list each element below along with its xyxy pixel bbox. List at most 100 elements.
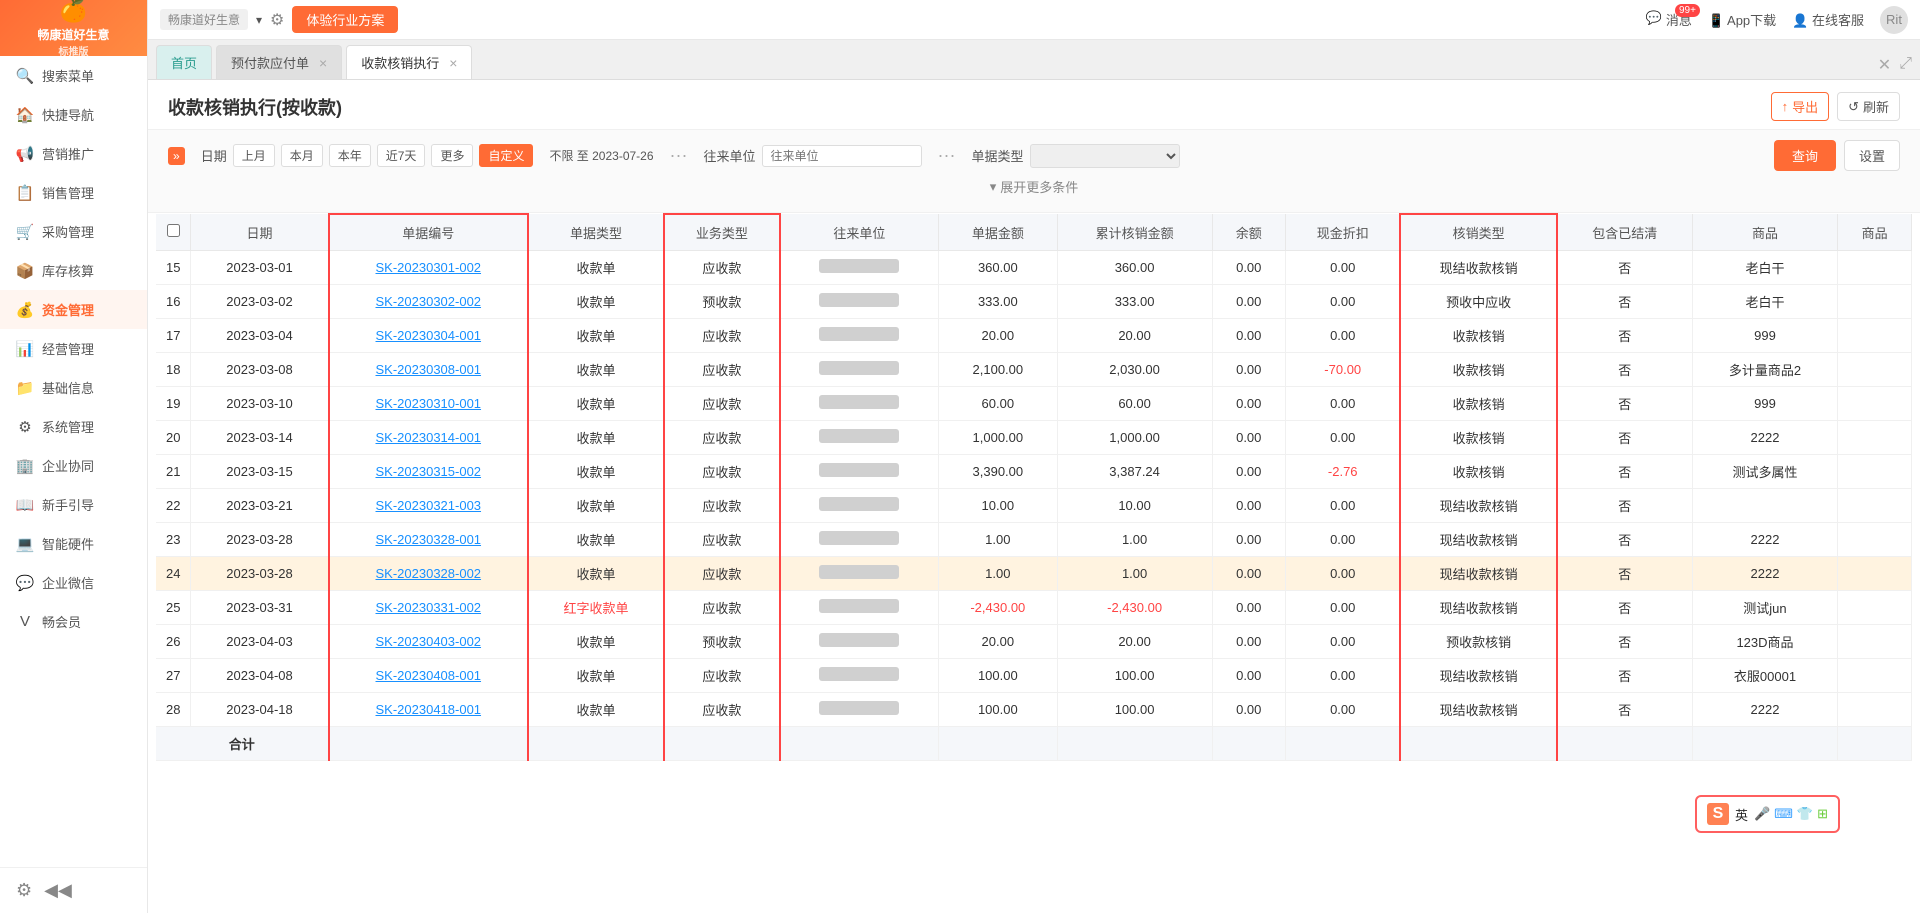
th-date[interactable]: 日期 [191, 214, 329, 251]
sidebar-item-operations[interactable]: 📊经营管理 [0, 329, 147, 368]
refresh-button[interactable]: ↺ 刷新 [1837, 92, 1900, 121]
date-btn-this-year[interactable]: 本年 [329, 144, 371, 167]
sidebar-item-search[interactable]: 🔍搜索菜单 [0, 56, 147, 95]
cell-bill-no[interactable]: SK-20230308-001 [329, 353, 528, 387]
cell-bill-no[interactable]: SK-20230408-001 [329, 659, 528, 693]
sidebar-item-hardware[interactable]: 💻智能硬件 [0, 524, 147, 563]
filter-toggle[interactable]: » [168, 147, 185, 165]
table-row[interactable]: 17 2023-03-04 SK-20230304-001 收款单 应收款 20… [156, 319, 1912, 353]
sidebar-item-inventory[interactable]: 📦库存核算 [0, 251, 147, 290]
message-wrap[interactable]: 💬 消息 99+ [1646, 10, 1692, 29]
cell-included: 否 [1557, 455, 1692, 489]
export-button[interactable]: ↑ 导出 [1771, 92, 1830, 121]
sidebar-label-member: 畅会员 [42, 612, 81, 631]
tab-payment[interactable]: 收款核销执行 × [346, 45, 472, 79]
table-row[interactable]: 22 2023-03-21 SK-20230321-003 收款单 应收款 10… [156, 489, 1912, 523]
expand-filter-btn[interactable]: ▾ 展开更多条件 [990, 177, 1079, 196]
window-expand-icon[interactable]: ⤢ [1899, 55, 1912, 75]
cell-no: 19 [156, 387, 191, 421]
cell-bill-no[interactable]: SK-20230331-002 [329, 591, 528, 625]
table-row[interactable]: 20 2023-03-14 SK-20230314-001 收款单 应收款 1,… [156, 421, 1912, 455]
setting-button[interactable]: 设置 [1844, 140, 1900, 171]
sidebar-item-purchase[interactable]: 🛒采购管理 [0, 212, 147, 251]
sidebar-item-sales[interactable]: 📋销售管理 [0, 173, 147, 212]
th-partner[interactable]: 往来单位 [780, 214, 939, 251]
settings-icon[interactable]: ⚙ [16, 880, 32, 901]
footer-bill-type [528, 727, 664, 761]
cell-bill-type: 收款单 [528, 557, 664, 591]
cell-bill-no[interactable]: SK-20230328-001 [329, 523, 528, 557]
sidebar-item-enterprise[interactable]: 🏢企业协同 [0, 446, 147, 485]
cell-bill-no[interactable]: SK-20230304-001 [329, 319, 528, 353]
table-row[interactable]: 15 2023-03-01 SK-20230301-002 收款单 应收款 36… [156, 251, 1912, 285]
solution-button[interactable]: 体验行业方案 [292, 6, 398, 33]
logo-text: 畅康道好生意 [37, 26, 109, 43]
filter-receipt-select[interactable] [1030, 144, 1180, 168]
collapse-icon[interactable]: ◀◀ [44, 880, 72, 901]
cell-bill-no[interactable]: SK-20230328-002 [329, 557, 528, 591]
tab-prepay[interactable]: 预付款应付单 × [216, 45, 342, 79]
cell-bill-no[interactable]: SK-20230314-001 [329, 421, 528, 455]
sidebar-item-member[interactable]: V畅会员 [0, 602, 147, 641]
filter-unit-input[interactable] [762, 145, 922, 167]
cell-bill-no[interactable]: SK-20230302-002 [329, 285, 528, 319]
sidebar-item-guide[interactable]: 📖新手引导 [0, 485, 147, 524]
date-btn-prev-month[interactable]: 上月 [233, 144, 275, 167]
th-included[interactable]: 包含已结清 [1557, 214, 1692, 251]
th-bill-no[interactable]: 单据编号 [329, 214, 528, 251]
topnav-dropdown[interactable]: ▾ [256, 13, 262, 27]
tab-payment-close[interactable]: × [449, 55, 457, 71]
sidebar-label-sales: 销售管理 [42, 183, 94, 202]
table-row[interactable]: 26 2023-04-03 SK-20230403-002 收款单 预收款 20… [156, 625, 1912, 659]
sidebar-item-basics[interactable]: 📁基础信息 [0, 368, 147, 407]
tab-home[interactable]: 首页 [156, 45, 212, 79]
user-avatar[interactable]: Rit [1880, 6, 1908, 34]
th-discount[interactable]: 现金折扣 [1286, 214, 1401, 251]
cell-verify-type: 收款核销 [1400, 421, 1556, 455]
cell-amount: 333.00 [938, 285, 1057, 319]
app-download-btn[interactable]: 📱 App下载 [1708, 10, 1776, 29]
date-btn-this-month[interactable]: 本月 [281, 144, 323, 167]
table-body: 15 2023-03-01 SK-20230301-002 收款单 应收款 36… [156, 251, 1912, 727]
table-row[interactable]: 21 2023-03-15 SK-20230315-002 收款单 应收款 3,… [156, 455, 1912, 489]
th-bill-type[interactable]: 单据类型 [528, 214, 664, 251]
table-row[interactable]: 19 2023-03-10 SK-20230310-001 收款单 应收款 60… [156, 387, 1912, 421]
th-biz-type[interactable]: 业务类型 [664, 214, 780, 251]
table-row[interactable]: 28 2023-04-18 SK-20230418-001 收款单 应收款 10… [156, 693, 1912, 727]
table-row[interactable]: 25 2023-03-31 SK-20230331-002 红字收款单 应收款 … [156, 591, 1912, 625]
cell-included: 否 [1557, 591, 1692, 625]
window-close-icon[interactable]: ✕ [1878, 55, 1891, 75]
sidebar-item-system[interactable]: ⚙系统管理 [0, 407, 147, 446]
th-amount[interactable]: 单据金额 [938, 214, 1057, 251]
sidebar-item-marketing[interactable]: 📢营销推广 [0, 134, 147, 173]
topnav-gear-icon[interactable]: ⚙ [270, 10, 284, 30]
query-button[interactable]: 查询 [1774, 140, 1836, 171]
cell-bill-no[interactable]: SK-20230321-003 [329, 489, 528, 523]
online-service-btn[interactable]: 👤 在线客服 [1792, 10, 1864, 29]
cell-bill-no[interactable]: SK-20230310-001 [329, 387, 528, 421]
th-product2[interactable]: 商品 [1838, 214, 1912, 251]
table-row[interactable]: 24 2023-03-28 SK-20230328-002 收款单 应收款 1.… [156, 557, 1912, 591]
cell-bill-no[interactable]: SK-20230418-001 [329, 693, 528, 727]
select-all-checkbox[interactable] [167, 224, 180, 237]
th-verified[interactable]: 累计核销金额 [1057, 214, 1212, 251]
date-btn-7days[interactable]: 近7天 [377, 144, 426, 167]
cell-product [1692, 489, 1838, 523]
date-btn-more[interactable]: 更多 [431, 144, 473, 167]
table-row[interactable]: 18 2023-03-08 SK-20230308-001 收款单 应收款 2,… [156, 353, 1912, 387]
logo-sub: 标推版 [59, 43, 89, 58]
th-product[interactable]: 商品 [1692, 214, 1838, 251]
sidebar-item-quicknav[interactable]: 🏠快捷导航 [0, 95, 147, 134]
sidebar-item-wechat[interactable]: 💬企业微信 [0, 563, 147, 602]
th-verify-type[interactable]: 核销类型 [1400, 214, 1556, 251]
cell-bill-no[interactable]: SK-20230301-002 [329, 251, 528, 285]
tab-prepay-close[interactable]: × [319, 55, 327, 71]
th-balance[interactable]: 余额 [1212, 214, 1286, 251]
table-row[interactable]: 16 2023-03-02 SK-20230302-002 收款单 预收款 33… [156, 285, 1912, 319]
cell-bill-no[interactable]: SK-20230315-002 [329, 455, 528, 489]
table-row[interactable]: 27 2023-04-08 SK-20230408-001 收款单 应收款 10… [156, 659, 1912, 693]
table-row[interactable]: 23 2023-03-28 SK-20230328-001 收款单 应收款 1.… [156, 523, 1912, 557]
sidebar-item-finance[interactable]: 💰资金管理 [0, 290, 147, 329]
date-btn-custom[interactable]: 自定义 [479, 144, 533, 167]
cell-bill-no[interactable]: SK-20230403-002 [329, 625, 528, 659]
